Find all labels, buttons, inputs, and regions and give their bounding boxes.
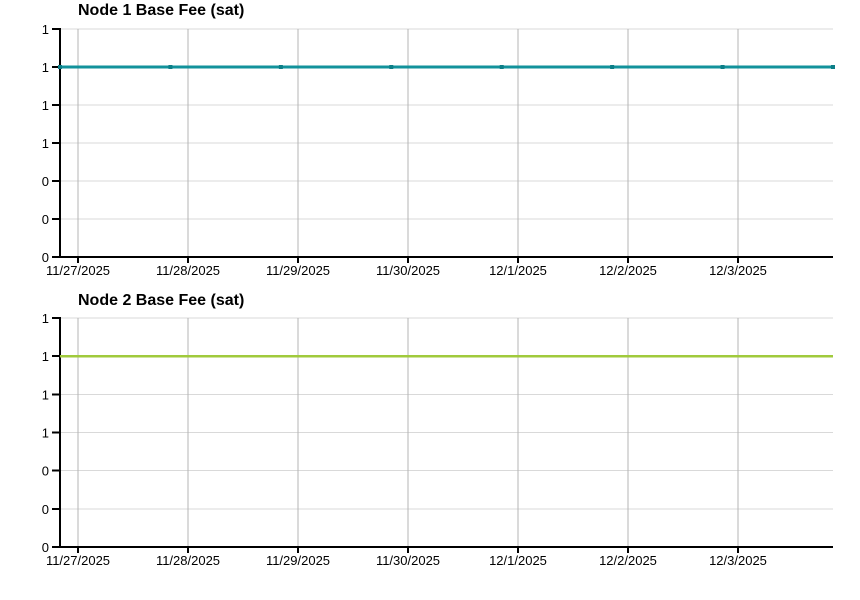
y-tick-label: 1 <box>42 387 49 402</box>
x-tick-label: 12/3/2025 <box>709 553 767 568</box>
y-tick-label: 1 <box>42 136 49 151</box>
y-tick-label: 1 <box>42 60 49 75</box>
x-tick-label: 11/29/2025 <box>266 553 330 568</box>
data-point-marker <box>831 65 835 69</box>
data-point-marker <box>721 65 725 69</box>
y-tick-label: 1 <box>42 311 49 326</box>
x-tick-label: 11/29/2025 <box>266 263 330 278</box>
charts-page: { "page": { "background_color": "#ffffff… <box>0 0 860 600</box>
x-tick-label: 12/2/2025 <box>599 553 657 568</box>
x-tick-label: 12/1/2025 <box>489 263 547 278</box>
x-tick-label: 11/27/2025 <box>46 553 110 568</box>
y-tick-label: 0 <box>42 464 49 479</box>
y-tick-label: 1 <box>42 22 49 37</box>
node2-base-fee-chart: Node 2 Base Fee (sat) 111100011/27/20251… <box>0 290 860 600</box>
x-tick-label: 11/30/2025 <box>376 263 440 278</box>
node1-base-fee-plot: 111100011/27/202511/28/202511/29/202511/… <box>0 0 860 286</box>
node1-base-fee-chart: Node 1 Base Fee (sat) 111100011/27/20251… <box>0 0 860 286</box>
node2-base-fee-plot: 111100011/27/202511/28/202511/29/202511/… <box>0 290 860 600</box>
data-point-marker <box>389 65 393 69</box>
x-tick-label: 11/30/2025 <box>376 553 440 568</box>
y-tick-label: 0 <box>42 212 49 227</box>
y-tick-label: 0 <box>42 502 49 517</box>
data-point-marker <box>58 65 62 69</box>
y-tick-label: 1 <box>42 349 49 364</box>
y-tick-label: 1 <box>42 98 49 113</box>
x-tick-label: 12/1/2025 <box>489 553 547 568</box>
x-tick-label: 11/28/2025 <box>156 553 220 568</box>
data-point-marker <box>500 65 504 69</box>
y-tick-label: 0 <box>42 174 49 189</box>
data-point-marker <box>168 65 172 69</box>
x-tick-label: 11/28/2025 <box>156 263 220 278</box>
x-tick-label: 11/27/2025 <box>46 263 110 278</box>
data-point-marker <box>279 65 283 69</box>
x-tick-label: 12/2/2025 <box>599 263 657 278</box>
data-point-marker <box>610 65 614 69</box>
x-tick-label: 12/3/2025 <box>709 263 767 278</box>
y-tick-label: 1 <box>42 426 49 441</box>
